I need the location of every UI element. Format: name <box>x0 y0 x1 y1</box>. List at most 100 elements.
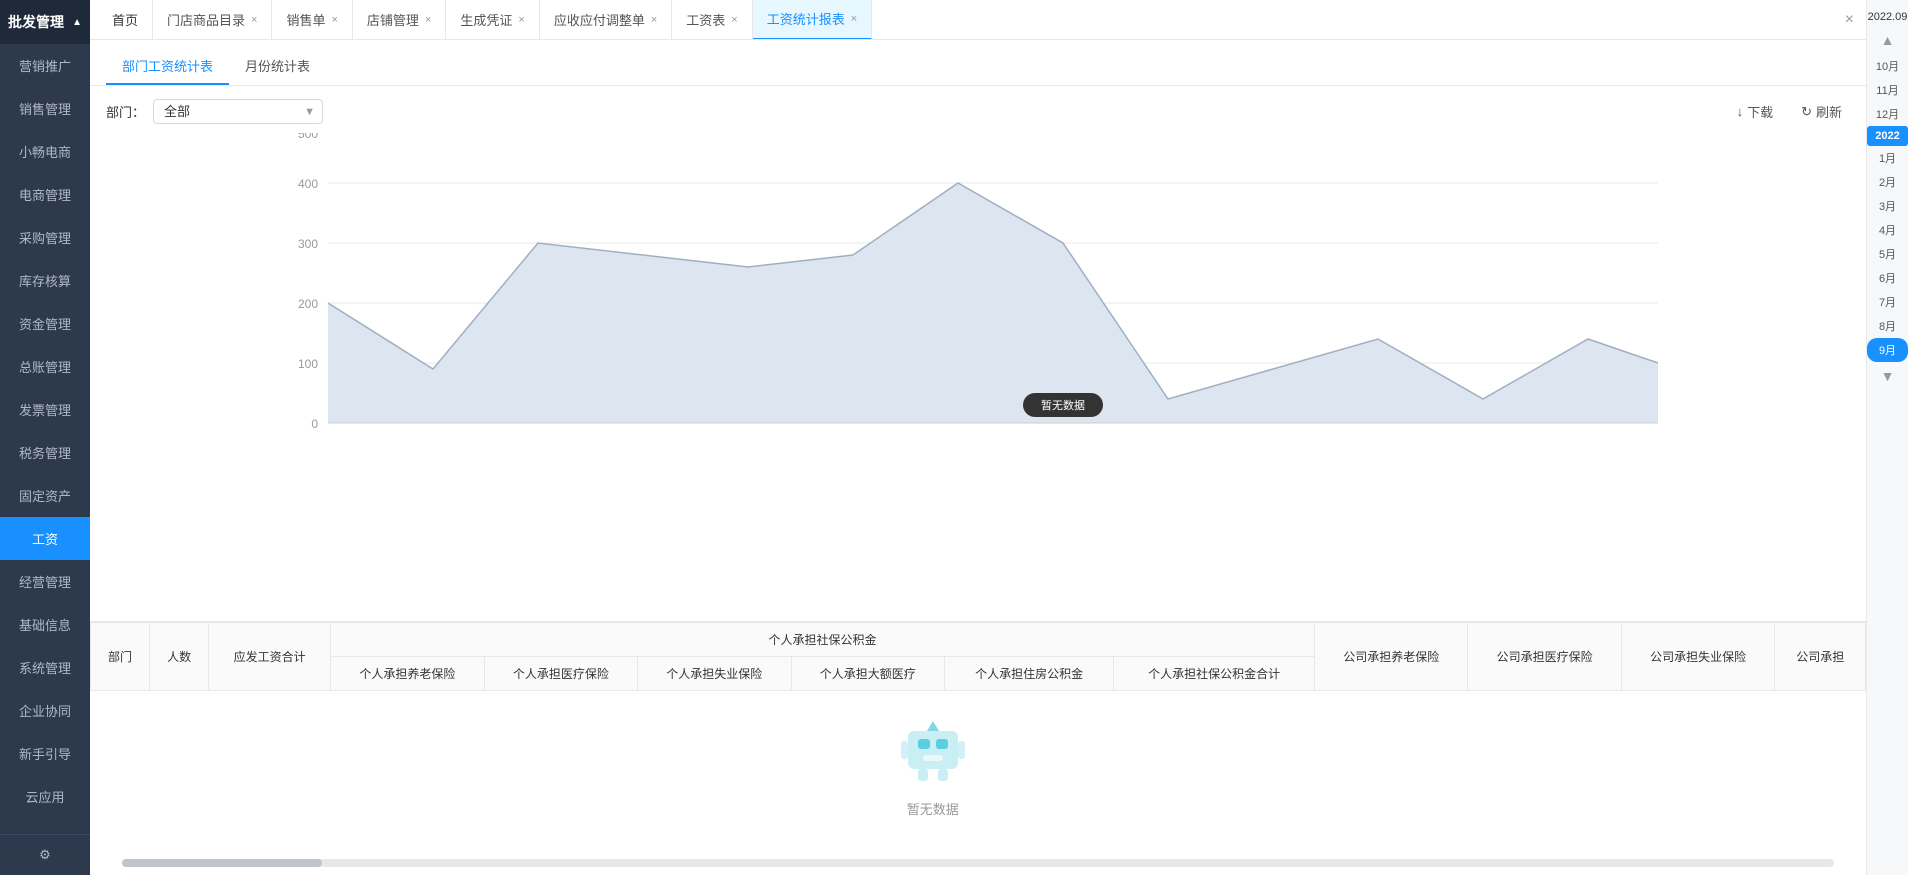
tab-生成凭证[interactable]: 生成凭证× <box>446 0 539 40</box>
close-icon[interactable]: × <box>1845 11 1854 29</box>
tab-门店商品目录[interactable]: 门店商品目录 × <box>153 0 272 40</box>
timeline-month-item[interactable]: 8月 <box>1867 314 1908 338</box>
tab-close-icon[interactable]: × <box>425 14 431 26</box>
sidebar-item-总账管理[interactable]: 总账管理 <box>0 345 90 388</box>
timeline-month-item[interactable]: 7月 <box>1867 290 1908 314</box>
tab-label: 工资统计报表 <box>767 9 845 28</box>
timeline-up-arrow[interactable]: ▲ <box>1877 28 1899 52</box>
sidebar-header-label: 批发管理 <box>8 12 64 32</box>
content-area: 部门工资统计表月份统计表 部门： 全部 ▼ ↓ 下载 ↻ <box>90 40 1866 875</box>
toolbar: 部门： 全部 ▼ ↓ 下载 ↻ 刷新 <box>90 86 1866 133</box>
sidebar-item-发票管理[interactable]: 发票管理 <box>0 388 90 431</box>
sub-tab-月份统计表[interactable]: 月份统计表 <box>229 48 326 85</box>
refresh-button[interactable]: ↻ 刷新 <box>1793 98 1850 125</box>
svg-text:暂无数据: 暂无数据 <box>1041 398 1085 412</box>
tab-bar: 首页门店商品目录×销售单×店铺管理×生成凭证×应收应付调整单×工资表×工资统计报… <box>90 0 1866 40</box>
svg-text:0: 0 <box>311 417 318 431</box>
sidebar-item-税务管理[interactable]: 税务管理 <box>0 431 90 474</box>
timeline-month-item[interactable]: 12月 <box>1867 102 1908 126</box>
table-wrapper: 部门 人数 应发工资合计 个人承担社保公积金 公司承担养老保险 公司承担医疗保险… <box>90 621 1866 851</box>
scroll-bar-area <box>90 851 1866 875</box>
th-company-medical: 公司承担医疗保险 <box>1468 623 1621 691</box>
tab-首页[interactable]: 首页 <box>98 0 153 40</box>
sidebar-footer-settings[interactable]: ⚙ <box>0 834 90 875</box>
timeline-month-item[interactable]: 6月 <box>1867 266 1908 290</box>
tab-工资统计报表[interactable]: 工资统计报表 × <box>753 0 872 40</box>
sidebar-item-固定资产[interactable]: 固定资产 <box>0 474 90 517</box>
timeline-month-item[interactable]: 5月 <box>1867 242 1908 266</box>
tab-close-icon[interactable]: × <box>331 14 337 26</box>
sidebar-header[interactable]: 批发管理 ▲ <box>0 0 90 44</box>
download-button[interactable]: ↓ 下载 <box>1729 98 1782 125</box>
th-count: 人数 <box>150 623 209 691</box>
download-icon: ↓ <box>1737 104 1744 119</box>
th-personal-pension: 个人承担养老保险 <box>331 657 484 691</box>
tab-label: 工资表 <box>686 10 725 29</box>
tab-应收应付调整单[interactable]: 应收应付调整单 × <box>540 0 672 40</box>
tab-close-icon[interactable]: × <box>651 14 657 26</box>
sidebar-item-新手引导[interactable]: 新手引导 <box>0 732 90 775</box>
sidebar-item-企业协同[interactable]: 企业协同 <box>0 689 90 732</box>
tab-close-icon[interactable]: × <box>251 14 257 26</box>
dept-select[interactable]: 全部 <box>153 99 323 124</box>
timeline-down-arrow[interactable]: ▼ <box>1877 364 1899 388</box>
sidebar-item-电商管理[interactable]: 电商管理 <box>0 173 90 216</box>
settings-icon: ⚙ <box>39 847 51 862</box>
sidebar-item-基础信息[interactable]: 基础信息 <box>0 603 90 646</box>
window-close-button[interactable]: × <box>1845 11 1858 29</box>
tab-label: 应收应付调整单 <box>554 10 645 29</box>
sidebar-item-采购管理[interactable]: 采购管理 <box>0 216 90 259</box>
sidebar-item-系统管理[interactable]: 系统管理 <box>0 646 90 689</box>
timeline-month-item[interactable]: 4月 <box>1867 218 1908 242</box>
sidebar-item-工资[interactable]: 工资 <box>0 517 90 560</box>
th-personal-unemployment: 个人承担失业保险 <box>638 657 791 691</box>
data-table: 部门 人数 应发工资合计 个人承担社保公积金 公司承担养老保险 公司承担医疗保险… <box>90 622 1866 838</box>
tab-close-icon[interactable]: × <box>851 13 857 25</box>
tab-工资表[interactable]: 工资表 × <box>672 0 752 40</box>
timeline-month-item[interactable]: 10月 <box>1867 54 1908 78</box>
timeline-panel: 2022.09 ▲ 10月11月12月20221月2月3月4月5月6月7月8月9… <box>1866 0 1908 875</box>
sidebar-item-经营管理[interactable]: 经营管理 <box>0 560 90 603</box>
refresh-icon: ↻ <box>1801 104 1812 120</box>
sidebar-item-库存核算[interactable]: 库存核算 <box>0 259 90 302</box>
timeline-month-item[interactable]: 1月 <box>1867 146 1908 170</box>
tab-label: 门店商品目录 <box>167 10 245 29</box>
th-personal-critical: 个人承担大额医疗 <box>791 657 944 691</box>
chart-area: 0 100 200 300 400 500 暂无数据 <box>90 133 1866 621</box>
sidebar-item-资金管理[interactable]: 资金管理 <box>0 302 90 345</box>
empty-text: 暂无数据 <box>907 799 959 818</box>
empty-robot-icon <box>893 711 973 791</box>
scroll-thumb[interactable] <box>122 859 322 867</box>
sub-tab-bar: 部门工资统计表月份统计表 <box>90 40 1866 86</box>
th-personal-medical: 个人承担医疗保险 <box>484 657 637 691</box>
tab-close-icon[interactable]: × <box>518 14 524 26</box>
th-dept: 部门 <box>91 623 150 691</box>
horizontal-scrollbar[interactable] <box>122 859 1834 867</box>
tab-label: 店铺管理 <box>367 10 419 29</box>
timeline-month-item[interactable]: 11月 <box>1867 78 1908 102</box>
svg-text:200: 200 <box>298 297 318 311</box>
timeline-month-item[interactable]: 3月 <box>1867 194 1908 218</box>
timeline-year-label[interactable]: 2022 <box>1867 126 1908 146</box>
th-company-pension: 公司承担养老保险 <box>1314 623 1467 691</box>
sidebar-item-云应用[interactable]: 云应用 <box>0 775 90 818</box>
sidebar-item-销售管理[interactable]: 销售管理 <box>0 87 90 130</box>
th-personal-group: 个人承担社保公积金 <box>331 623 1315 657</box>
sidebar-item-营销推广[interactable]: 营销推广 <box>0 44 90 87</box>
th-company-unemployment: 公司承担失业保险 <box>1621 623 1774 691</box>
timeline-month-active[interactable]: 9月 <box>1867 338 1908 362</box>
dept-select-wrapper: 全部 ▼ <box>153 99 323 124</box>
download-label: 下载 <box>1747 102 1773 121</box>
sidebar-item-小畅电商[interactable]: 小畅电商 <box>0 130 90 173</box>
tab-close-icon[interactable]: × <box>731 14 737 26</box>
sub-tab-部门工资统计表[interactable]: 部门工资统计表 <box>106 48 229 85</box>
th-personal-housing: 个人承担住房公积金 <box>945 657 1114 691</box>
timeline-month-item[interactable]: 2月 <box>1867 170 1908 194</box>
chart-svg: 0 100 200 300 400 500 暂无数据 <box>106 133 1850 433</box>
dept-label: 部门： <box>106 102 145 121</box>
toolbar-right: ↓ 下载 ↻ 刷新 <box>1729 98 1850 125</box>
th-company-other: 公司承担 <box>1775 623 1866 691</box>
tab-销售单[interactable]: 销售单× <box>272 0 352 40</box>
tab-店铺管理[interactable]: 店铺管理 × <box>353 0 446 40</box>
svg-text:100: 100 <box>298 357 318 371</box>
